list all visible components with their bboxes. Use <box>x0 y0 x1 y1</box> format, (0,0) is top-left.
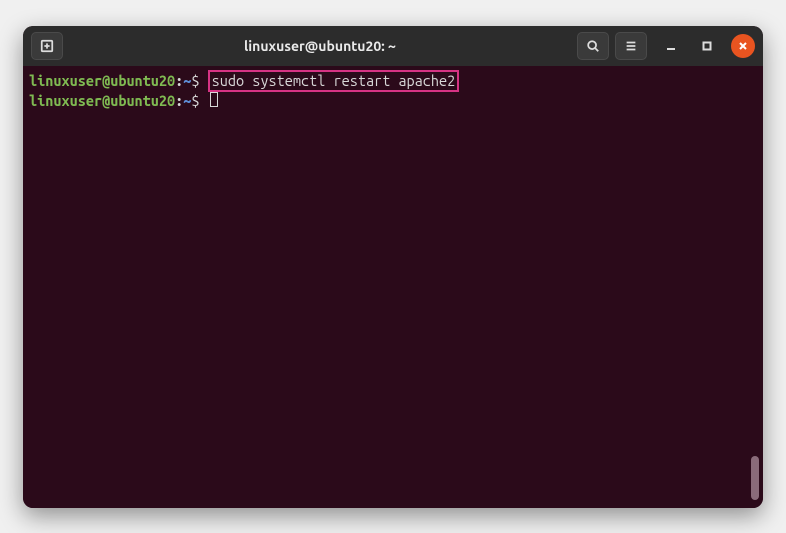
search-button[interactable] <box>577 32 609 60</box>
new-tab-button[interactable] <box>31 32 63 60</box>
close-button[interactable] <box>731 34 755 58</box>
minimize-button[interactable] <box>659 34 683 58</box>
prompt-dollar: $ <box>191 72 199 89</box>
prompt-user: linuxuser@ubuntu20 <box>29 72 175 89</box>
prompt-user: linuxuser@ubuntu20 <box>29 92 175 109</box>
maximize-button[interactable] <box>695 34 719 58</box>
window-title: linuxuser@ubuntu20: ~ <box>69 38 571 54</box>
command-text: sudo systemctl restart apache2 <box>212 72 456 89</box>
highlighted-command: sudo systemctl restart apache2 <box>208 70 460 92</box>
terminal-line: linuxuser@ubuntu20:~$ <box>29 92 757 110</box>
cursor-icon <box>210 92 218 107</box>
terminal-line: linuxuser@ubuntu20:~$ sudo systemctl res… <box>29 70 757 92</box>
terminal-body[interactable]: linuxuser@ubuntu20:~$ sudo systemctl res… <box>23 66 763 508</box>
menu-button[interactable] <box>615 32 647 60</box>
terminal-window: linuxuser@ubuntu20: ~ linuxuser@ubuntu20… <box>23 26 763 508</box>
scrollbar-thumb[interactable] <box>751 456 759 500</box>
prompt-dollar: $ <box>191 92 199 109</box>
titlebar: linuxuser@ubuntu20: ~ <box>23 26 763 66</box>
